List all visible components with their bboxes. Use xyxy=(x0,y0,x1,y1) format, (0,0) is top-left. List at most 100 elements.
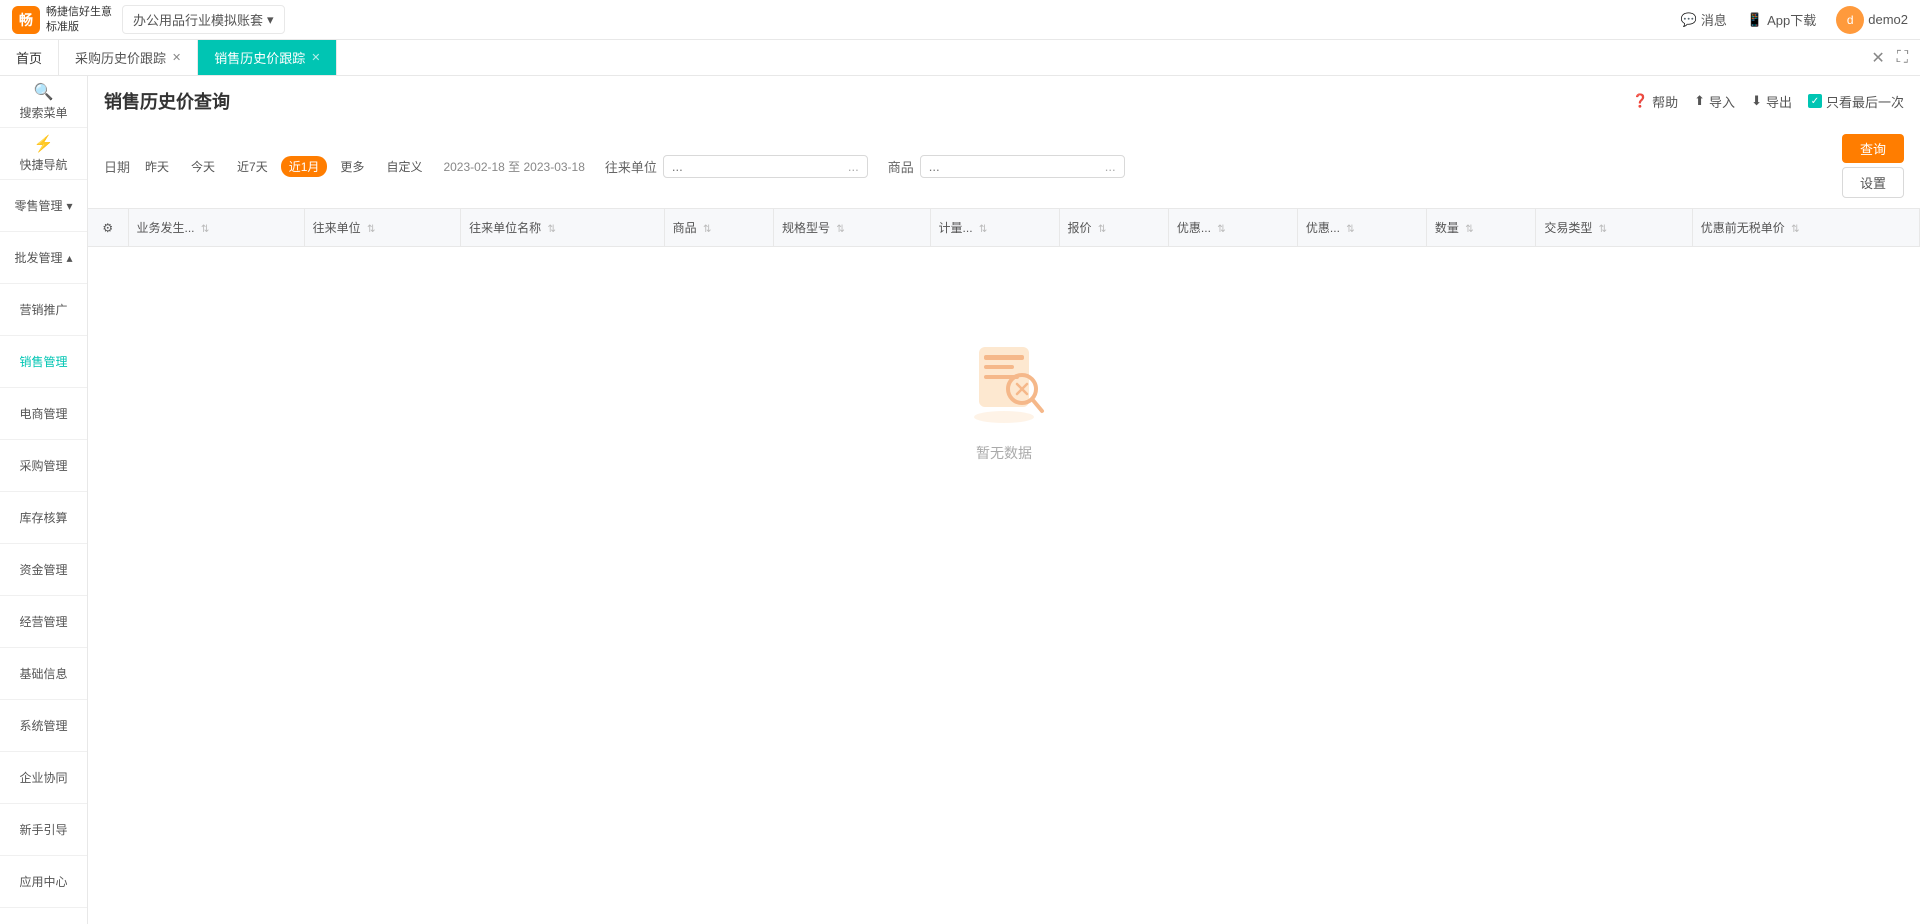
col-qty[interactable]: 数量 ⇅ xyxy=(1426,209,1535,247)
import-btn[interactable]: ⬆ 导入 xyxy=(1694,92,1735,111)
date-btn-today[interactable]: 今天 xyxy=(182,155,224,178)
col-unit[interactable]: 计量... ⇅ xyxy=(930,209,1059,247)
partner-label: 往来单位 xyxy=(605,157,657,176)
topbar: 畅 畅捷信好生意 标准版 办公用品行业模拟账套 ▾ 💬 消息 📱 App下载 d… xyxy=(0,0,1920,40)
sort-icon: ⇅ xyxy=(1599,224,1607,235)
phone-icon: 📱 xyxy=(1747,12,1763,28)
app-download-btn[interactable]: 📱 App下载 xyxy=(1747,10,1816,29)
col-tx-type[interactable]: 交易类型 ⇅ xyxy=(1536,209,1692,247)
tab-sales-history[interactable]: 销售历史价跟踪 ✕ xyxy=(198,40,337,75)
sort-icon: ⇅ xyxy=(979,224,987,235)
home-tab-label: 首页 xyxy=(16,48,42,67)
results-table: ⚙ 业务发生... ⇅ 往来单位 ⇅ 往来单位名称 ⇅ xyxy=(88,209,1920,247)
help-icon: ❓ xyxy=(1632,93,1648,109)
sidebar-item-system[interactable]: 系统管理 xyxy=(0,700,87,752)
msg-btn[interactable]: 💬 消息 xyxy=(1681,10,1727,29)
table-header-row: ⚙ 业务发生... ⇅ 往来单位 ⇅ 往来单位名称 ⇅ xyxy=(88,209,1920,247)
message-icon: 💬 xyxy=(1681,12,1697,28)
sidebar-item-enterprise[interactable]: 企业协同 xyxy=(0,752,87,804)
sidebar-item-guide[interactable]: 新手引导 xyxy=(0,804,87,856)
date-btn-7days[interactable]: 近7天 xyxy=(228,155,277,178)
page-header: 销售历史价查询 ❓ 帮助 ⬆ 导入 ⬇ 导出 ✓ xyxy=(88,76,1920,124)
table-header: ⚙ 业务发生... ⇅ 往来单位 ⇅ 往来单位名称 ⇅ xyxy=(88,209,1920,247)
close-tab-btn[interactable]: ✕ xyxy=(1871,48,1884,68)
sidebar-item-ecommerce[interactable]: 电商管理 xyxy=(0,388,87,440)
col-discount2[interactable]: 优惠... ⇅ xyxy=(1297,209,1426,247)
sidebar-item-purchase[interactable]: 采购管理 xyxy=(0,440,87,492)
only-last-checkbox[interactable]: ✓ 只看最后一次 xyxy=(1808,92,1904,111)
col-biz-date[interactable]: 业务发生... ⇅ xyxy=(128,209,304,247)
date-label: 日期 xyxy=(104,157,130,176)
user-profile[interactable]: d demo2 xyxy=(1836,6,1908,34)
col-partner-name[interactable]: 往来单位名称 ⇅ xyxy=(461,209,665,247)
sort-icon: ⇅ xyxy=(1217,224,1225,235)
col-settings[interactable]: ⚙ xyxy=(88,209,128,247)
date-range-display: 2023-02-18 至 2023-03-18 xyxy=(443,158,584,175)
logo-text: 畅捷信好生意 标准版 xyxy=(46,5,112,34)
col-quote[interactable]: 报价 ⇅ xyxy=(1059,209,1168,247)
sidebar-item-appstore[interactable]: 应用中心 xyxy=(0,856,87,908)
sidebar-item-wechat[interactable]: 企业微信 xyxy=(0,908,87,924)
sidebar-item-marketing[interactable]: 营销推广 xyxy=(0,284,87,336)
goods-input[interactable] xyxy=(929,159,1105,174)
app-selector[interactable]: 办公用品行业模拟账套 ▾ xyxy=(122,5,285,34)
col-pretax[interactable]: 优惠前无税单价 ⇅ xyxy=(1692,209,1919,247)
purchase-history-tab-close[interactable]: ✕ xyxy=(172,51,181,64)
purchase-history-tab-label: 采购历史价跟踪 xyxy=(75,48,166,67)
sidebar-item-search[interactable]: 🔍 搜索菜单 xyxy=(0,76,87,128)
date-buttons: 昨天 今天 近7天 近1月 更多 自定义 xyxy=(136,155,431,178)
sidebar-item-shortcut[interactable]: ⚡ 快捷导航 xyxy=(0,128,87,180)
help-btn[interactable]: ❓ 帮助 xyxy=(1632,92,1678,111)
filter-row: 日期 昨天 今天 近7天 近1月 更多 自定义 2023-02-18 至 202… xyxy=(88,124,1920,209)
avatar: d xyxy=(1836,6,1864,34)
sidebar-item-operations[interactable]: 经营管理 xyxy=(0,596,87,648)
import-icon: ⬆ xyxy=(1694,93,1705,109)
date-btn-custom[interactable]: 自定义 xyxy=(377,155,431,178)
goods-input-wrap[interactable]: ... xyxy=(920,155,1125,178)
logo-icon: 畅 xyxy=(12,6,40,34)
export-btn[interactable]: ⬇ 导出 xyxy=(1751,92,1792,111)
search-button[interactable]: 查询 xyxy=(1842,134,1904,163)
settings-button[interactable]: 设置 xyxy=(1842,167,1904,198)
sidebar-item-retail[interactable]: 零售管理 ▾ xyxy=(0,180,87,232)
goods-label: 商品 xyxy=(888,157,914,176)
sidebar-item-wholesale[interactable]: 批发管理 ▴ xyxy=(0,232,87,284)
partner-dots: ... xyxy=(848,159,859,174)
page-title-row: 销售历史价查询 ❓ 帮助 ⬆ 导入 ⬇ 导出 ✓ xyxy=(104,88,1904,114)
empty-icon xyxy=(954,327,1054,427)
sidebar-item-finance[interactable]: 资金管理 xyxy=(0,544,87,596)
sort-icon: ⇅ xyxy=(836,224,844,235)
date-btn-1month[interactable]: 近1月 xyxy=(281,156,328,177)
partner-filter-group: 往来单位 ... xyxy=(605,155,868,178)
tab-home[interactable]: 首页 xyxy=(0,40,59,75)
logo-area: 畅 畅捷信好生意 标准版 xyxy=(12,5,112,34)
page-title: 销售历史价查询 xyxy=(104,88,230,114)
col-partner-code[interactable]: 往来单位 ⇅ xyxy=(304,209,460,247)
chevron-up-icon: ▴ xyxy=(66,251,72,265)
checkbox-icon: ✓ xyxy=(1808,94,1822,108)
content-area: 销售历史价查询 ❓ 帮助 ⬆ 导入 ⬇ 导出 ✓ xyxy=(88,76,1920,924)
tab-purchase-history[interactable]: 采购历史价跟踪 ✕ xyxy=(59,40,198,75)
sidebar-item-inventory[interactable]: 库存核算 xyxy=(0,492,87,544)
col-goods[interactable]: 商品 ⇅ xyxy=(664,209,773,247)
maximize-btn[interactable]: ⛶ xyxy=(1897,49,1908,67)
chevron-down-icon: ▾ xyxy=(267,12,274,28)
export-icon: ⬇ xyxy=(1751,93,1762,109)
sort-icon: ⇅ xyxy=(1098,224,1106,235)
empty-state: 暂无数据 xyxy=(88,247,1920,543)
goods-dots: ... xyxy=(1105,159,1116,174)
sales-history-tab-close[interactable]: ✕ xyxy=(311,51,320,64)
col-discount1[interactable]: 优惠... ⇅ xyxy=(1168,209,1297,247)
gear-icon: ⚙ xyxy=(96,221,120,235)
sort-icon: ⇅ xyxy=(1346,224,1354,235)
date-btn-more[interactable]: 更多 xyxy=(331,155,373,178)
topbar-left: 畅 畅捷信好生意 标准版 办公用品行业模拟账套 ▾ xyxy=(12,5,285,34)
date-btn-yesterday[interactable]: 昨天 xyxy=(136,155,178,178)
partner-input[interactable] xyxy=(672,159,848,174)
col-spec[interactable]: 规格型号 ⇅ xyxy=(774,209,930,247)
partner-input-wrap[interactable]: ... xyxy=(663,155,868,178)
sort-icon: ⇅ xyxy=(1791,224,1799,235)
sidebar-item-basic[interactable]: 基础信息 xyxy=(0,648,87,700)
filter-right-buttons: 查询 设置 xyxy=(1842,134,1904,198)
sidebar-item-sales[interactable]: 销售管理 xyxy=(0,336,87,388)
